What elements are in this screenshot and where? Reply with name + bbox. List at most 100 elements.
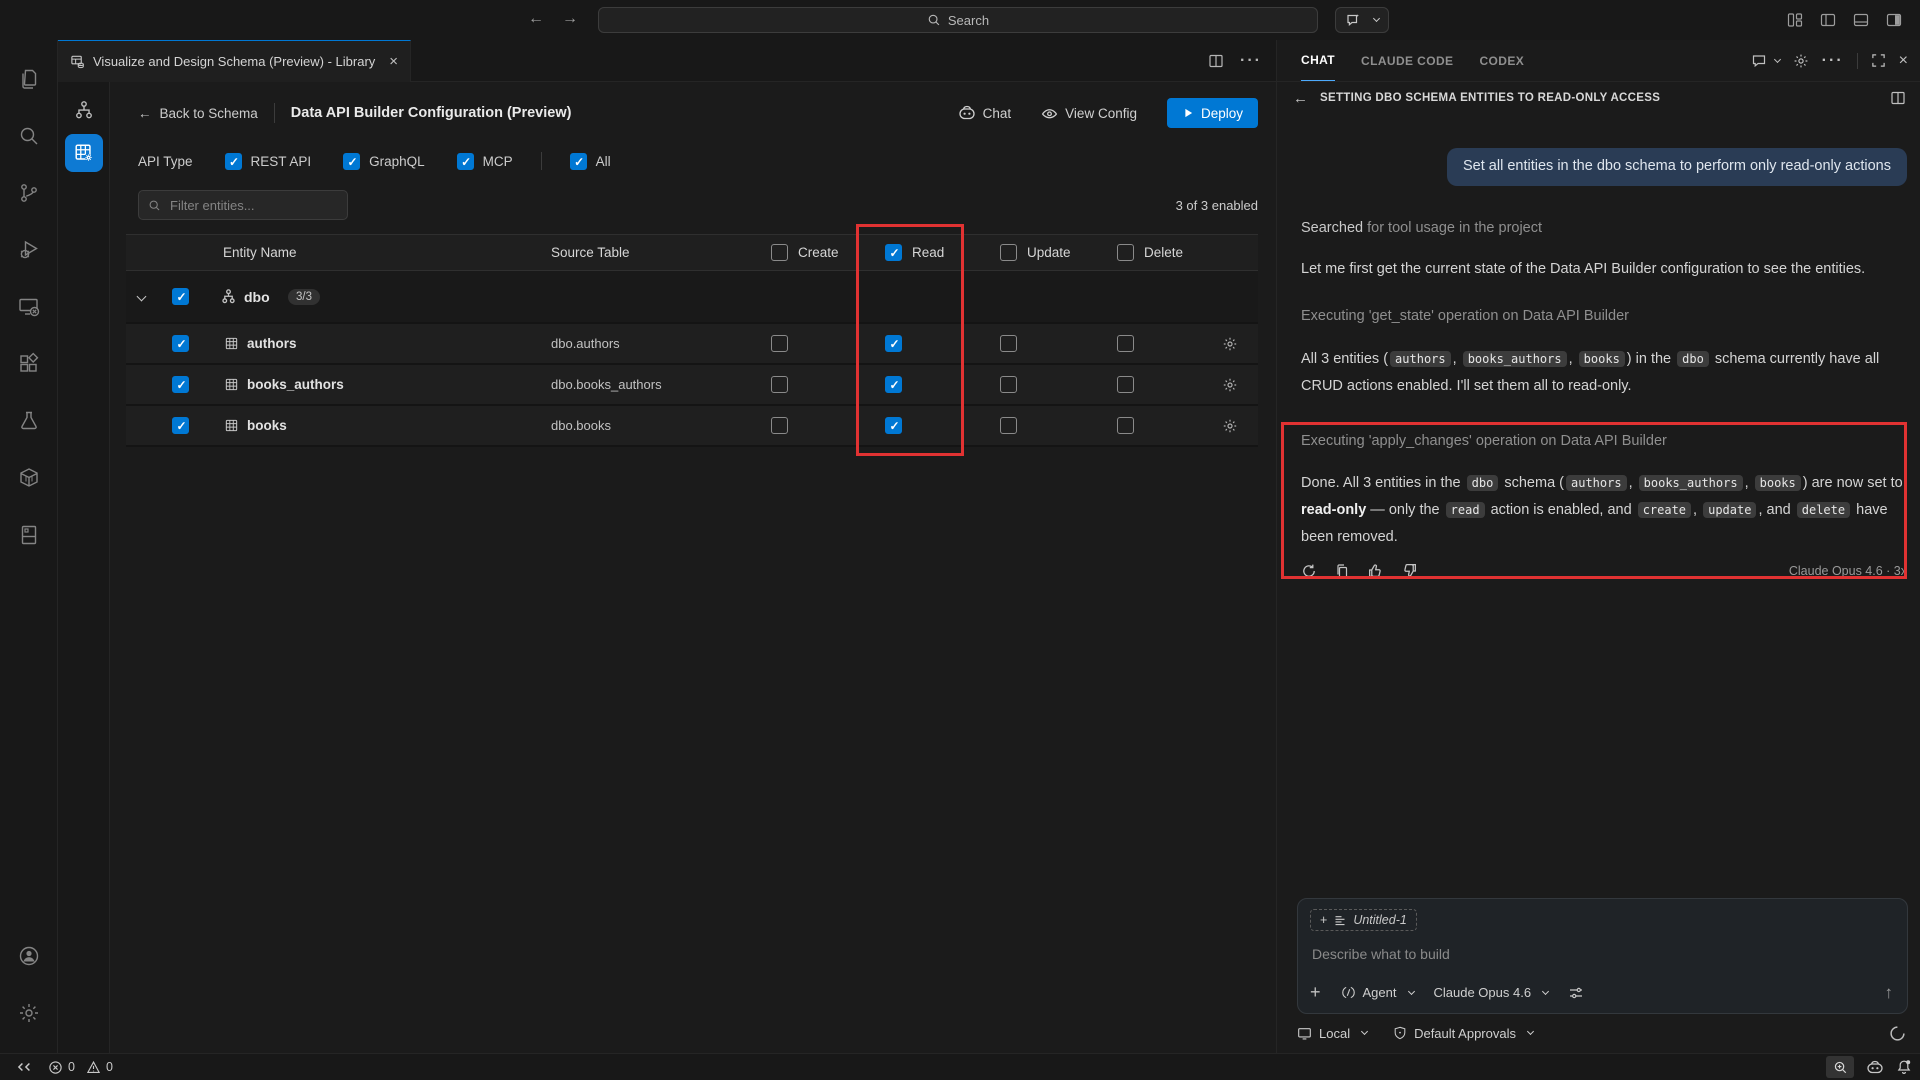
extensions-icon[interactable] <box>0 335 57 392</box>
filter-entities-input-box[interactable] <box>138 190 348 220</box>
problems-summary[interactable]: 0 0 <box>48 1060 113 1075</box>
testing-icon[interactable] <box>0 392 57 449</box>
search-sidebar-icon[interactable] <box>0 107 57 164</box>
zoom-status-icon[interactable] <box>1826 1056 1854 1078</box>
thumbs-down-icon[interactable] <box>1401 562 1418 579</box>
tab-close-icon[interactable]: × <box>389 53 398 70</box>
session-back-icon[interactable]: ← <box>1293 90 1308 107</box>
chat-mode-dropdown[interactable] <box>1751 53 1780 69</box>
row-settings-gear-icon[interactable] <box>1222 365 1238 404</box>
split-editor-icon[interactable] <box>1208 53 1224 69</box>
row-enable-checkbox[interactable] <box>172 376 189 393</box>
tab-claude-code[interactable]: CLAUDE CODE <box>1361 40 1453 81</box>
mcp-checkbox[interactable] <box>457 153 474 170</box>
accounts-icon[interactable] <box>0 927 57 984</box>
api-type-mcp[interactable]: MCP <box>457 153 513 170</box>
containers-icon[interactable] <box>0 449 57 506</box>
header-update-checkbox[interactable] <box>1000 244 1017 261</box>
read-checkbox[interactable] <box>885 376 902 393</box>
chevron-down-icon <box>1407 987 1414 994</box>
schema-designer-icon[interactable] <box>73 96 95 124</box>
context-chip[interactable]: + Untitled-1 <box>1310 909 1417 931</box>
open-session-in-editor-icon[interactable] <box>1890 90 1906 106</box>
read-checkbox[interactable] <box>885 335 902 352</box>
filter-entities-input[interactable] <box>168 197 328 214</box>
chat-settings-gear-icon[interactable] <box>1793 53 1809 69</box>
toggle-panel-icon[interactable] <box>1853 12 1869 28</box>
row-enable-checkbox[interactable] <box>172 335 189 352</box>
tab-visualize-design-schema[interactable]: Visualize and Design Schema (Preview) - … <box>58 40 411 82</box>
header-create-checkbox[interactable] <box>771 244 788 261</box>
database-projects-icon[interactable] <box>0 506 57 563</box>
session-title: SETTING DBO SCHEMA ENTITIES TO READ-ONLY… <box>1320 92 1660 104</box>
maximize-panel-icon[interactable] <box>1871 53 1886 68</box>
graphql-checkbox[interactable] <box>343 153 360 170</box>
chat-input-box[interactable]: + Untitled-1 + Agent Clau <box>1297 898 1908 1014</box>
group-dbo-checkbox[interactable] <box>172 288 189 305</box>
explorer-icon[interactable] <box>0 50 57 107</box>
source-control-icon[interactable] <box>0 164 57 221</box>
delete-checkbox[interactable] <box>1117 417 1134 434</box>
copilot-status-icon[interactable] <box>1866 1058 1884 1076</box>
copilot-menu-button[interactable] <box>1335 7 1389 33</box>
remote-indicator-icon[interactable] <box>16 1059 32 1075</box>
delete-checkbox[interactable] <box>1117 335 1134 352</box>
editor-more-actions-icon[interactable]: ··· <box>1240 52 1262 70</box>
header-read-checkbox[interactable] <box>885 244 902 261</box>
command-center-search[interactable]: Search <box>598 7 1318 33</box>
close-panel-icon[interactable]: × <box>1899 52 1908 70</box>
all-checkbox[interactable] <box>570 153 587 170</box>
errors-count: 0 <box>68 1060 75 1074</box>
tab-codex[interactable]: CODEX <box>1479 40 1524 81</box>
create-checkbox[interactable] <box>771 417 788 434</box>
tune-sliders-icon[interactable] <box>1568 985 1584 1001</box>
entity-row-books[interactable]: books dbo.books <box>126 406 1258 447</box>
toggle-primary-sidebar-icon[interactable] <box>1820 12 1836 28</box>
environment-dropdown[interactable]: Local <box>1297 1026 1367 1041</box>
entity-row-books-authors[interactable]: books_authors dbo.books_authors <box>126 365 1258 406</box>
schema-group-row-dbo[interactable]: dbo 3/3 <box>126 271 1258 324</box>
model-dropdown[interactable]: Claude Opus 4.6 <box>1434 985 1549 1000</box>
copy-icon[interactable] <box>1334 563 1350 579</box>
settings-gear-icon[interactable] <box>0 984 57 1041</box>
attach-plus-icon[interactable]: + <box>1310 982 1321 1003</box>
customize-layout-icon[interactable] <box>1787 12 1803 28</box>
deploy-button[interactable]: Deploy <box>1167 98 1258 128</box>
history-forward-icon[interactable]: → <box>562 10 578 28</box>
read-checkbox[interactable] <box>885 417 902 434</box>
rerun-icon[interactable] <box>1301 563 1317 579</box>
header-delete-checkbox[interactable] <box>1117 244 1134 261</box>
chat-prompt-input[interactable] <box>1310 945 1730 963</box>
tab-chat[interactable]: CHAT <box>1301 40 1335 81</box>
thumbs-up-icon[interactable] <box>1367 562 1384 579</box>
expand-chevron-icon[interactable] <box>137 292 147 302</box>
notifications-bell-icon[interactable] <box>1896 1059 1912 1075</box>
create-checkbox[interactable] <box>771 376 788 393</box>
vscode-window: ← → Search <box>0 0 1920 1080</box>
api-type-graphql[interactable]: GraphQL <box>343 153 425 170</box>
mode-dropdown[interactable]: Agent <box>1341 985 1414 1000</box>
row-enable-checkbox[interactable] <box>172 417 189 434</box>
update-checkbox[interactable] <box>1000 417 1017 434</box>
row-settings-gear-icon[interactable] <box>1222 406 1238 445</box>
api-type-all[interactable]: All <box>570 153 611 170</box>
update-checkbox[interactable] <box>1000 335 1017 352</box>
delete-checkbox[interactable] <box>1117 376 1134 393</box>
update-checkbox[interactable] <box>1000 376 1017 393</box>
view-config-button[interactable]: View Config <box>1041 105 1137 122</box>
api-type-rest[interactable]: REST API <box>225 153 312 170</box>
approvals-dropdown[interactable]: Default Approvals <box>1393 1026 1533 1041</box>
row-settings-gear-icon[interactable] <box>1222 324 1238 363</box>
create-checkbox[interactable] <box>771 335 788 352</box>
chat-more-actions-icon[interactable]: ··· <box>1822 52 1844 70</box>
rest-api-checkbox[interactable] <box>225 153 242 170</box>
remote-explorer-icon[interactable] <box>0 278 57 335</box>
back-to-schema-button[interactable]: ← Back to Schema <box>126 106 258 121</box>
dab-config-tool-button[interactable] <box>65 134 103 172</box>
run-debug-icon[interactable] <box>0 221 57 278</box>
send-button[interactable]: ↑ <box>1885 983 1894 1003</box>
history-back-icon[interactable]: ← <box>528 10 544 28</box>
entity-row-authors[interactable]: authors dbo.authors <box>126 324 1258 365</box>
chat-button[interactable]: Chat <box>958 104 1012 122</box>
toggle-secondary-sidebar-icon[interactable] <box>1886 12 1902 28</box>
